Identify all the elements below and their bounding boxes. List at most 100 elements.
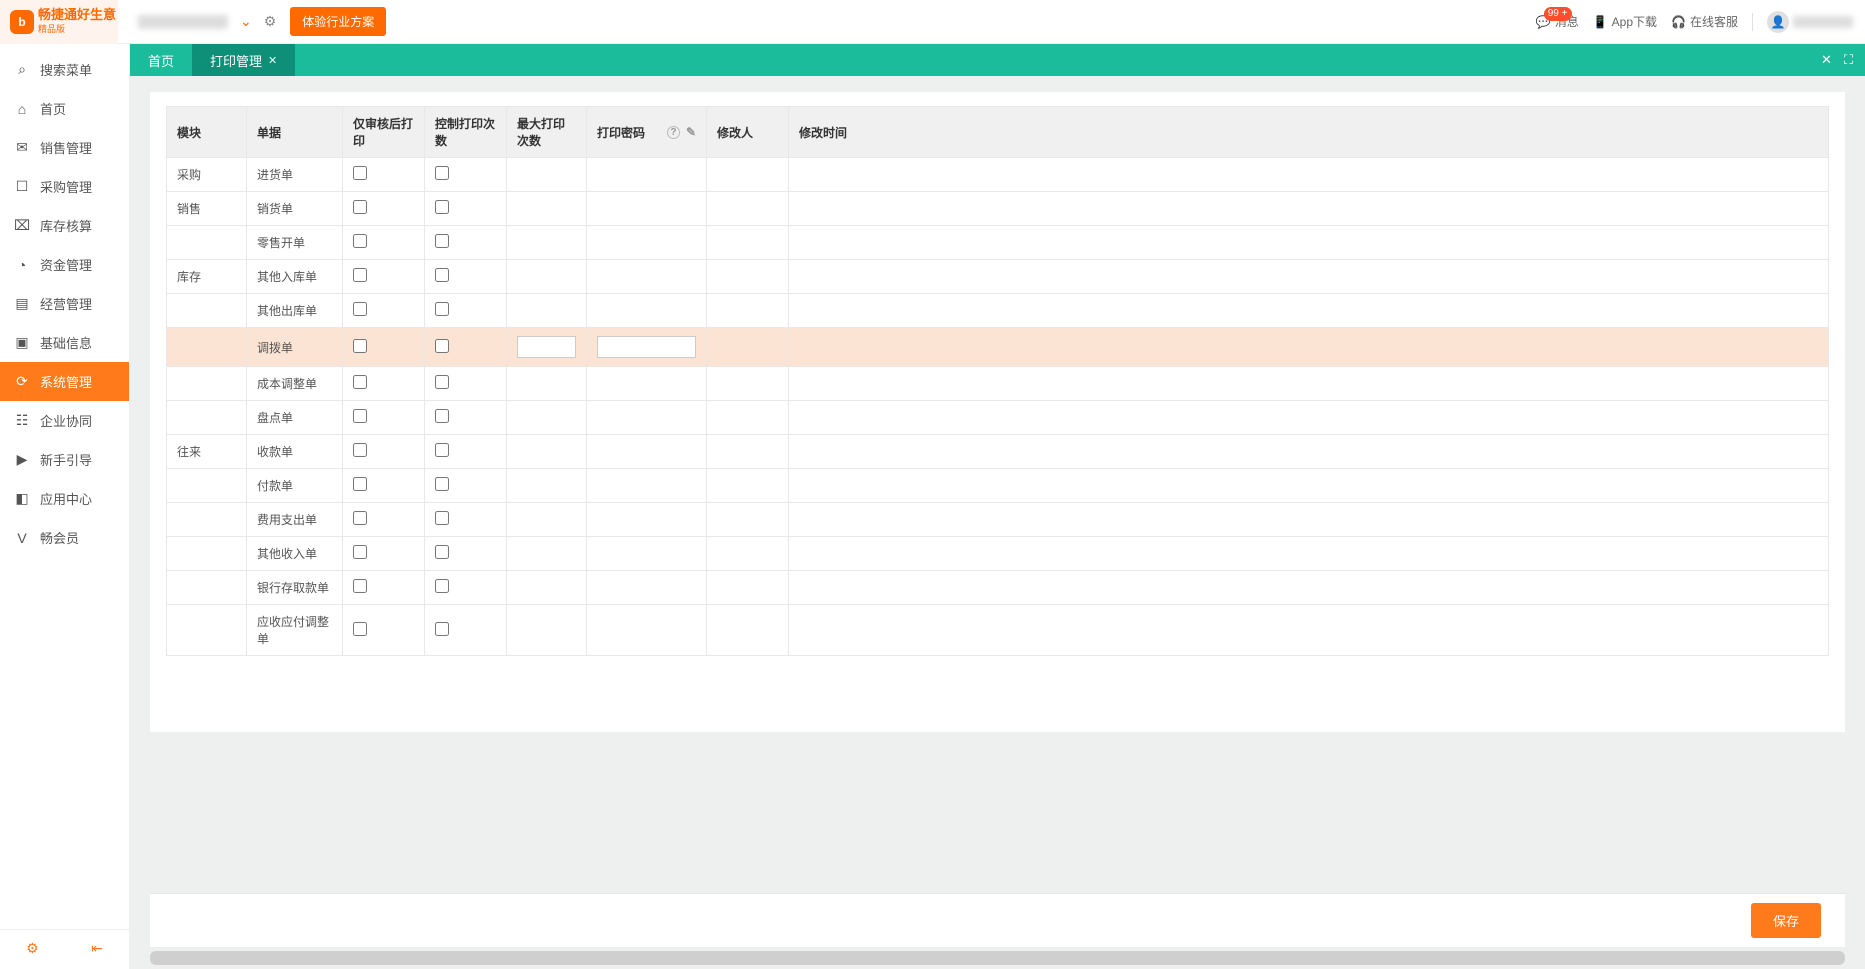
sidebar-item-ops[interactable]: ▤经营管理 [0, 284, 129, 323]
tab-print-management[interactable]: 打印管理 ✕ [192, 44, 295, 76]
cell-user [707, 328, 789, 367]
cell-max [507, 537, 587, 571]
messages-badge: 99 + [1544, 7, 1572, 21]
cell-user [707, 503, 789, 537]
ctrl-checkbox[interactable] [435, 579, 449, 593]
audit-checkbox[interactable] [353, 622, 367, 636]
th-pwd-label: 打印密码 [597, 124, 645, 141]
ctrl-checkbox[interactable] [435, 200, 449, 214]
ctrl-checkbox[interactable] [435, 302, 449, 316]
ctrl-checkbox[interactable] [435, 545, 449, 559]
print-password-input[interactable] [597, 336, 696, 358]
cell-pwd [587, 537, 707, 571]
ctrl-checkbox[interactable] [435, 443, 449, 457]
audit-checkbox[interactable] [353, 443, 367, 457]
cell-module [167, 328, 247, 367]
cell-module: 库存 [167, 260, 247, 294]
tab-home[interactable]: 首页 [130, 44, 192, 76]
cell-max [507, 158, 587, 192]
th-doc: 单据 [247, 107, 343, 158]
sidebar-item-apps[interactable]: ◧应用中心 [0, 479, 129, 518]
app-download-button[interactable]: 📱 App下载 [1593, 13, 1657, 30]
ctrl-checkbox[interactable] [435, 409, 449, 423]
audit-checkbox[interactable] [353, 166, 367, 180]
ctrl-checkbox[interactable] [435, 477, 449, 491]
max-print-input[interactable] [517, 336, 576, 358]
search-menu-icon: ⌕ [14, 61, 30, 78]
audit-checkbox[interactable] [353, 375, 367, 389]
ctrl-checkbox[interactable] [435, 339, 449, 353]
audit-checkbox[interactable] [353, 268, 367, 282]
print-settings-card: 模块 单据 仅审核后打印 控制打印次数 最大打印次数 打印密码 ? ✎ [150, 92, 1845, 732]
sidebar-item-search-menu[interactable]: ⌕搜索菜单 [0, 50, 129, 89]
sidebar-item-funds[interactable]: ◔资金管理 [0, 245, 129, 284]
audit-checkbox[interactable] [353, 339, 367, 353]
cell-doc: 销货单 [247, 192, 343, 226]
cell-time [789, 605, 1829, 656]
cell-module: 销售 [167, 192, 247, 226]
user-menu[interactable]: 👤 [1767, 11, 1853, 33]
audit-checkbox[interactable] [353, 477, 367, 491]
sidebar-item-inventory[interactable]: ⌧库存核算 [0, 206, 129, 245]
sidebar-item-guide[interactable]: ▶新手引导 [0, 440, 129, 479]
close-icon[interactable]: ✕ [268, 54, 277, 67]
table-row: 库存其他入库单 [167, 260, 1829, 294]
cell-max [507, 192, 587, 226]
audit-checkbox[interactable] [353, 409, 367, 423]
audit-checkbox[interactable] [353, 234, 367, 248]
table-row: 采购进货单 [167, 158, 1829, 192]
ctrl-checkbox[interactable] [435, 234, 449, 248]
save-button[interactable]: 保存 [1751, 903, 1821, 938]
cell-user [707, 571, 789, 605]
collapse-icon[interactable]: ⇤ [91, 940, 103, 959]
fullscreen-icon[interactable]: ⛶ [1844, 52, 1853, 68]
ctrl-checkbox[interactable] [435, 166, 449, 180]
sidebar-item-collab[interactable]: ☷企业协同 [0, 401, 129, 440]
edit-icon[interactable]: ✎ [686, 125, 696, 139]
sidebar-item-member[interactable]: V畅会员 [0, 518, 129, 557]
ctrl-checkbox[interactable] [435, 268, 449, 282]
sidebar-item-system[interactable]: ⟳系统管理 [0, 362, 129, 401]
horizontal-scrollbar[interactable] [150, 951, 1845, 965]
sidebar-item-purchase[interactable]: ☐采购管理 [0, 167, 129, 206]
trial-button[interactable]: 体验行业方案 [290, 7, 386, 36]
gear-icon[interactable]: ⚙ [264, 13, 277, 30]
funds-icon: ◔ [14, 257, 30, 273]
logo-icon: b [10, 10, 34, 34]
member-icon: V [14, 530, 30, 546]
chevron-down-icon: ⌄ [240, 13, 252, 30]
settings-icon[interactable]: ⚙ [26, 940, 39, 959]
audit-checkbox[interactable] [353, 302, 367, 316]
audit-checkbox[interactable] [353, 579, 367, 593]
customer-service-label: 在线客服 [1690, 13, 1738, 30]
cell-pwd [587, 226, 707, 260]
ctrl-checkbox[interactable] [435, 622, 449, 636]
customer-service-button[interactable]: 🎧 在线客服 [1671, 13, 1738, 30]
sidebar-item-base[interactable]: ▣基础信息 [0, 323, 129, 362]
cell-pwd [587, 469, 707, 503]
cell-audit [343, 435, 425, 469]
cell-pwd [587, 605, 707, 656]
cell-ctrl [425, 192, 507, 226]
home-icon: ⌂ [14, 101, 30, 117]
ctrl-checkbox[interactable] [435, 375, 449, 389]
cell-pwd [587, 192, 707, 226]
ctrl-checkbox[interactable] [435, 511, 449, 525]
audit-checkbox[interactable] [353, 511, 367, 525]
cell-module [167, 469, 247, 503]
company-selector[interactable]: ⌄ ⚙ [138, 13, 276, 30]
help-icon[interactable]: ? [667, 126, 680, 139]
cell-pwd [587, 158, 707, 192]
page-body: 模块 单据 仅审核后打印 控制打印次数 最大打印次数 打印密码 ? ✎ [130, 76, 1865, 881]
tabs-close-all-icon[interactable]: ✕ [1821, 52, 1832, 68]
cell-doc: 银行存取款单 [247, 571, 343, 605]
cell-audit [343, 226, 425, 260]
audit-checkbox[interactable] [353, 545, 367, 559]
sidebar-item-home[interactable]: ⌂首页 [0, 89, 129, 128]
audit-checkbox[interactable] [353, 200, 367, 214]
cell-ctrl [425, 537, 507, 571]
messages-button[interactable]: 💬 消息 99 + [1536, 13, 1579, 30]
cell-time [789, 435, 1829, 469]
scrollbar-thumb[interactable] [150, 951, 1845, 965]
sidebar-item-sales[interactable]: ✉销售管理 [0, 128, 129, 167]
